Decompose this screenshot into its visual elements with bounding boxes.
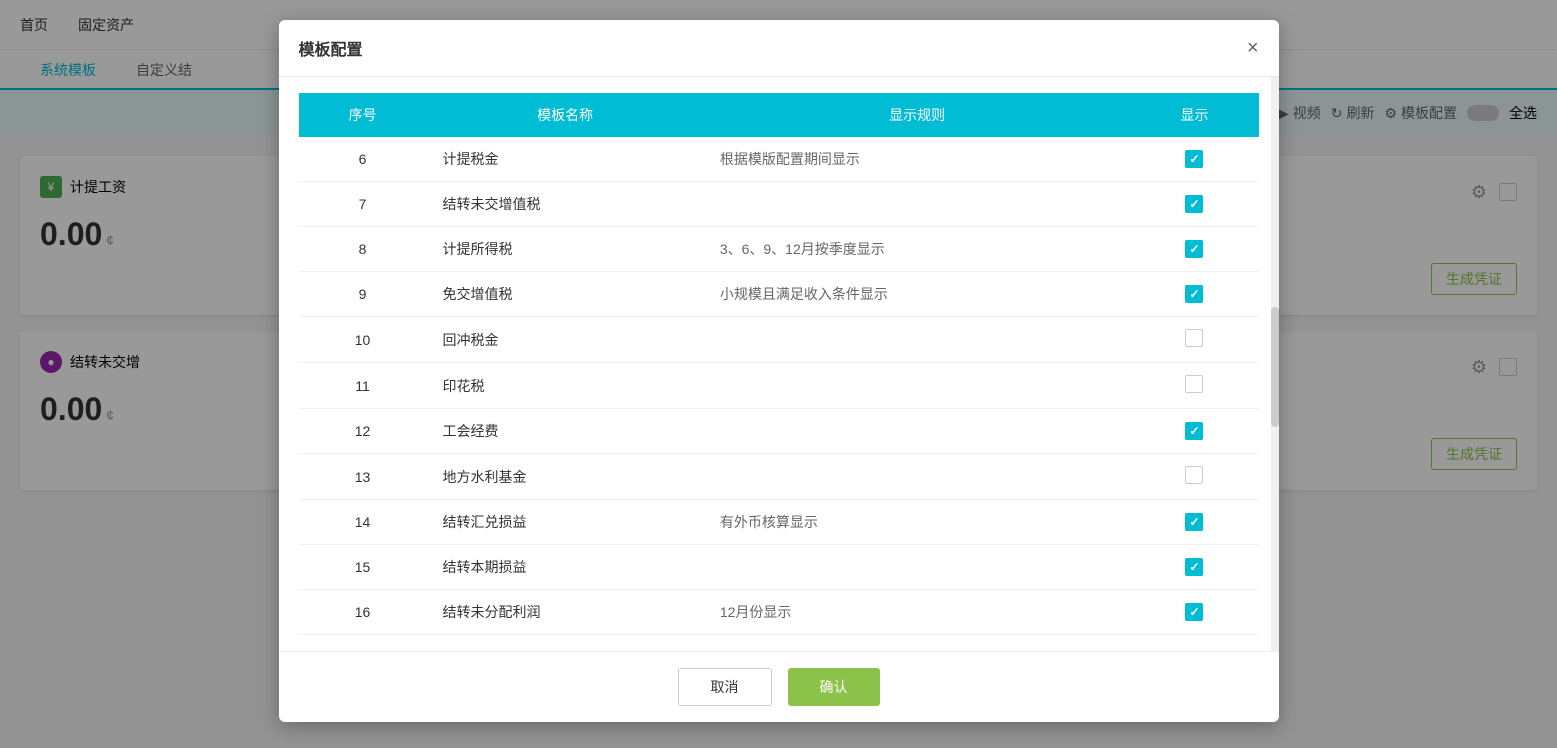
row-rule: 12月份显示 (704, 590, 1131, 635)
table-row: 6计提税金根据模版配置期间显示 (299, 137, 1259, 182)
table-row: 13地方水利基金 (299, 454, 1259, 500)
row-display (1130, 272, 1258, 317)
row-checkbox[interactable] (1185, 558, 1203, 576)
row-id: 15 (299, 545, 427, 590)
row-rule: 有外币核算显示 (704, 500, 1131, 545)
row-checkbox[interactable] (1185, 422, 1203, 440)
row-checkbox[interactable] (1185, 513, 1203, 531)
row-name: 工会经费 (427, 409, 704, 454)
row-id: 9 (299, 272, 427, 317)
col-header-display: 显示 (1130, 93, 1258, 137)
row-name: 结转未分配利润 (427, 590, 704, 635)
modal-overlay: 模板配置 × 序号 模板名称 显示规则 显示 6计提税金根据模版配置期间显 (0, 0, 1557, 748)
row-display (1130, 182, 1258, 227)
row-rule (704, 545, 1131, 590)
row-checkbox[interactable] (1185, 603, 1203, 621)
table-row: 14结转汇兑损益有外币核算显示 (299, 500, 1259, 545)
row-display (1130, 227, 1258, 272)
row-display (1130, 454, 1258, 500)
row-name: 地方水利基金 (427, 454, 704, 500)
modal-header: 模板配置 × (279, 20, 1279, 77)
row-display (1130, 317, 1258, 363)
col-header-name: 模板名称 (427, 93, 704, 137)
table-body: 6计提税金根据模版配置期间显示7结转未交增值税8计提所得税3、6、9、12月按季… (299, 137, 1259, 635)
modal-title: 模板配置 (299, 36, 363, 60)
row-id: 10 (299, 317, 427, 363)
row-checkbox[interactable] (1185, 195, 1203, 213)
table-row: 11印花税 (299, 363, 1259, 409)
row-checkbox[interactable] (1185, 329, 1203, 347)
row-name: 结转汇兑损益 (427, 500, 704, 545)
table-row: 12工会经费 (299, 409, 1259, 454)
cancel-button[interactable]: 取消 (678, 668, 772, 706)
row-rule (704, 454, 1131, 500)
col-header-id: 序号 (299, 93, 427, 137)
row-checkbox[interactable] (1185, 375, 1203, 393)
scrollbar-thumb[interactable] (1271, 307, 1279, 427)
row-name: 印花税 (427, 363, 704, 409)
row-id: 11 (299, 363, 427, 409)
modal-footer: 取消 确认 (279, 651, 1279, 722)
row-checkbox[interactable] (1185, 150, 1203, 168)
table-header-row: 序号 模板名称 显示规则 显示 (299, 93, 1259, 137)
modal-body: 序号 模板名称 显示规则 显示 6计提税金根据模版配置期间显示7结转未交增值税8… (279, 77, 1279, 651)
row-id: 16 (299, 590, 427, 635)
row-display (1130, 545, 1258, 590)
row-name: 计提税金 (427, 137, 704, 182)
scrollbar-track[interactable] (1271, 77, 1279, 651)
table-row: 16结转未分配利润12月份显示 (299, 590, 1259, 635)
table-row: 9免交增值税小规模且满足收入条件显示 (299, 272, 1259, 317)
row-display (1130, 500, 1258, 545)
template-config-modal: 模板配置 × 序号 模板名称 显示规则 显示 6计提税金根据模版配置期间显 (279, 20, 1279, 722)
table-row: 8计提所得税3、6、9、12月按季度显示 (299, 227, 1259, 272)
row-name: 回冲税金 (427, 317, 704, 363)
row-display (1130, 363, 1258, 409)
row-rule (704, 182, 1131, 227)
col-header-rule: 显示规则 (704, 93, 1131, 137)
row-id: 12 (299, 409, 427, 454)
table-header: 序号 模板名称 显示规则 显示 (299, 93, 1259, 137)
row-id: 7 (299, 182, 427, 227)
table-row: 10回冲税金 (299, 317, 1259, 363)
row-id: 8 (299, 227, 427, 272)
row-display (1130, 137, 1258, 182)
row-checkbox[interactable] (1185, 240, 1203, 258)
row-rule: 小规模且满足收入条件显示 (704, 272, 1131, 317)
config-table: 序号 模板名称 显示规则 显示 6计提税金根据模版配置期间显示7结转未交增值税8… (299, 93, 1259, 635)
row-rule: 3、6、9、12月按季度显示 (704, 227, 1131, 272)
row-name: 计提所得税 (427, 227, 704, 272)
row-id: 13 (299, 454, 427, 500)
modal-close-button[interactable]: × (1247, 38, 1259, 58)
row-name: 结转本期损益 (427, 545, 704, 590)
row-checkbox[interactable] (1185, 466, 1203, 484)
row-display (1130, 590, 1258, 635)
row-name: 结转未交增值税 (427, 182, 704, 227)
row-id: 6 (299, 137, 427, 182)
confirm-button[interactable]: 确认 (788, 668, 880, 706)
row-display (1130, 409, 1258, 454)
row-rule: 根据模版配置期间显示 (704, 137, 1131, 182)
row-name: 免交增值税 (427, 272, 704, 317)
modal-body-wrapper: 序号 模板名称 显示规则 显示 6计提税金根据模版配置期间显示7结转未交增值税8… (279, 77, 1279, 651)
table-row: 15结转本期损益 (299, 545, 1259, 590)
row-id: 14 (299, 500, 427, 545)
table-row: 7结转未交增值税 (299, 182, 1259, 227)
row-rule (704, 363, 1131, 409)
row-checkbox[interactable] (1185, 285, 1203, 303)
row-rule (704, 317, 1131, 363)
row-rule (704, 409, 1131, 454)
